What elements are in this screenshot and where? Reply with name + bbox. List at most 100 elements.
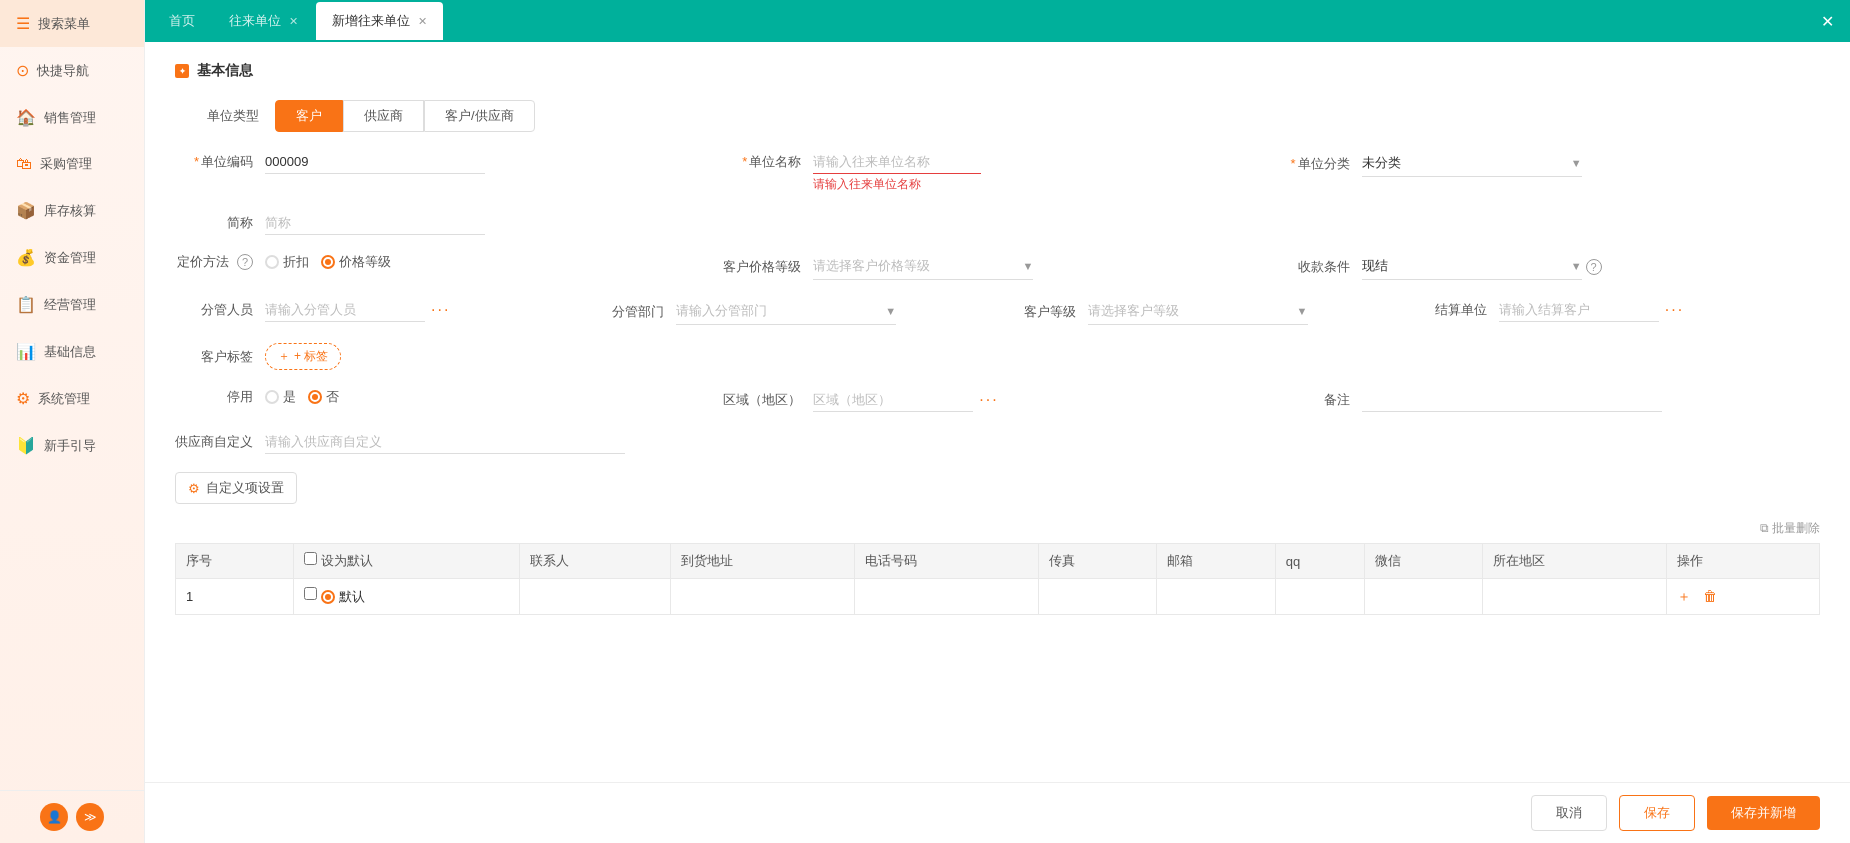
category-select[interactable]: 未分类 ▼: [1362, 150, 1582, 177]
payment-terms-select[interactable]: 现结 ▼: [1362, 253, 1582, 280]
col-wechat: 微信: [1365, 544, 1483, 579]
settlement-unit-label: 结算单位: [1409, 301, 1499, 319]
region-input[interactable]: [813, 388, 973, 412]
sidebar-item-inventory[interactable]: 📦 库存核算: [0, 187, 144, 234]
tab-contacts-close[interactable]: ✕: [289, 15, 298, 28]
customer-level-label: 客户等级: [998, 303, 1088, 321]
cell-index: 1: [176, 579, 294, 615]
contacts-table: 序号 设为默认 联系人 到货地址 电话号码 传真 邮箱 qq 微信 所在地区 操…: [175, 543, 1820, 615]
unit-type-customer[interactable]: 客户: [275, 100, 343, 132]
manager-more[interactable]: ···: [425, 301, 456, 319]
search-icon: ☰: [16, 14, 30, 33]
unit-type-label: 单位类型: [175, 107, 275, 125]
user-avatar[interactable]: 👤: [40, 803, 68, 831]
name-required: *: [742, 154, 747, 169]
copy-icon: ⧉: [1760, 521, 1769, 535]
department-select[interactable]: 请输入分管部门 ▼: [676, 298, 896, 325]
cell-actions: ＋ 🗑: [1667, 579, 1820, 615]
sidebar-item-quick-nav[interactable]: ⊙ 快捷导航: [0, 47, 144, 94]
custom-settings-button[interactable]: ⚙ 自定义项设置: [175, 472, 297, 504]
sidebar-item-system[interactable]: ⚙ 系统管理: [0, 375, 144, 422]
disabled-no-circle: [308, 390, 322, 404]
unit-type-both[interactable]: 客户/供应商: [424, 100, 535, 132]
row-pricing: 定价方法 ? 折扣 价格等级 客户价格等级 请选择客户价: [175, 253, 1820, 280]
section-icon: ✦: [175, 64, 189, 78]
tab-contacts[interactable]: 往来单位 ✕: [213, 3, 314, 39]
settlement-unit-input[interactable]: [1499, 298, 1659, 322]
tab-new-contact-close[interactable]: ✕: [418, 15, 427, 28]
save-and-new-button[interactable]: 保存并新增: [1707, 796, 1820, 830]
add-tag-button[interactable]: ＋ + 标签: [265, 343, 341, 370]
cell-contact: [520, 579, 671, 615]
notes-input[interactable]: [1362, 388, 1662, 412]
pricing-radio-group: 折扣 价格等级: [265, 253, 391, 271]
group-pricing: 定价方法 ? 折扣 价格等级: [175, 253, 723, 271]
row-supplier-custom: 供应商自定义: [175, 430, 1820, 454]
tag-plus-icon: ＋: [278, 348, 290, 365]
group-disabled: 停用 是 否: [175, 388, 723, 406]
sidebar-item-search[interactable]: ☰ 搜索菜单: [0, 0, 144, 47]
disabled-radio-no[interactable]: 否: [308, 388, 339, 406]
unit-type-supplier[interactable]: 供应商: [343, 100, 424, 132]
save-button[interactable]: 保存: [1619, 795, 1695, 831]
batch-delete-label[interactable]: 批量删除: [1772, 521, 1820, 535]
group-manager: 分管人员 ···: [175, 298, 586, 322]
cancel-button[interactable]: 取消: [1531, 795, 1607, 831]
short-name-input[interactable]: [265, 211, 485, 235]
pricing-label: 定价方法 ?: [175, 253, 265, 271]
name-label: *单位名称: [723, 153, 813, 171]
select-all-checkbox[interactable]: [304, 552, 317, 565]
group-payment-terms: 收款条件 现结 ▼ ?: [1272, 253, 1820, 280]
system-icon: ⚙: [16, 389, 30, 408]
form-area: ✦ 基本信息 单位类型 客户 供应商 客户/供应商 *单位编码 *单位名称: [145, 42, 1850, 782]
sidebar-item-purchase[interactable]: 🛍 采购管理: [0, 141, 144, 187]
row-short-name: 简称: [175, 211, 1820, 235]
tab-new-contact[interactable]: 新增往来单位 ✕: [316, 2, 443, 40]
pricing-help-icon[interactable]: ?: [237, 254, 253, 270]
region-more[interactable]: ···: [973, 391, 1004, 409]
sidebar-item-sales[interactable]: 🏠 销售管理: [0, 94, 144, 141]
customer-level-value: 请选择客户等级: [1088, 298, 1293, 324]
row-customer-tag: 客户标签 ＋ + 标签: [175, 343, 1820, 370]
window-close-button[interactable]: ✕: [1813, 12, 1842, 31]
manager-input[interactable]: [265, 298, 425, 322]
group-name: *单位名称 请输入往来单位名称: [723, 150, 1271, 193]
row-delete-icon[interactable]: 🗑: [1703, 588, 1717, 604]
customer-price-level-select[interactable]: 请选择客户价格等级 ▼: [813, 253, 1033, 280]
col-fax: 传真: [1038, 544, 1156, 579]
tab-home[interactable]: 首页: [153, 3, 211, 39]
cell-default: 默认: [294, 579, 520, 615]
sidebar-item-guide[interactable]: 🔰 新手引导: [0, 422, 144, 469]
department-value: 请输入分管部门: [676, 298, 881, 324]
section-title: ✦ 基本信息: [175, 62, 1820, 80]
region-label: 区域（地区）: [723, 391, 813, 409]
payment-terms-help-icon[interactable]: ?: [1586, 259, 1602, 275]
pricing-radio-price-level[interactable]: 价格等级: [321, 253, 391, 271]
pricing-radio-discount[interactable]: 折扣: [265, 253, 309, 271]
supplier-custom-input[interactable]: [265, 430, 625, 454]
customer-level-arrow: ▼: [1297, 305, 1308, 317]
gear-icon: ⚙: [188, 481, 200, 496]
manager-label: 分管人员: [175, 301, 265, 319]
customer-tag-label: 客户标签: [175, 348, 265, 366]
quick-nav-icon: ⊙: [16, 61, 29, 80]
disabled-radio-yes[interactable]: 是: [265, 388, 296, 406]
settlement-unit-more[interactable]: ···: [1659, 301, 1690, 319]
customer-level-select[interactable]: 请选择客户等级 ▼: [1088, 298, 1308, 325]
cell-email: [1157, 579, 1275, 615]
name-input[interactable]: [813, 150, 981, 174]
row-add-icon[interactable]: ＋: [1677, 588, 1691, 604]
cell-region: [1483, 579, 1667, 615]
sidebar-item-finance[interactable]: 💰 资金管理: [0, 234, 144, 281]
default-radio[interactable]: [321, 590, 335, 604]
sidebar-bottom: 👤 ≫: [0, 790, 144, 843]
sidebar-item-basic-info[interactable]: 📊 基础信息: [0, 328, 144, 375]
expand-icon[interactable]: ≫: [76, 803, 104, 831]
col-contact: 联系人: [520, 544, 671, 579]
disabled-radio-group: 是 否: [265, 388, 339, 406]
code-input[interactable]: [265, 150, 485, 174]
sidebar-item-operations[interactable]: 📋 经营管理: [0, 281, 144, 328]
row-checkbox[interactable]: [304, 587, 317, 600]
group-notes: 备注: [1272, 388, 1820, 412]
col-region: 所在地区: [1483, 544, 1667, 579]
